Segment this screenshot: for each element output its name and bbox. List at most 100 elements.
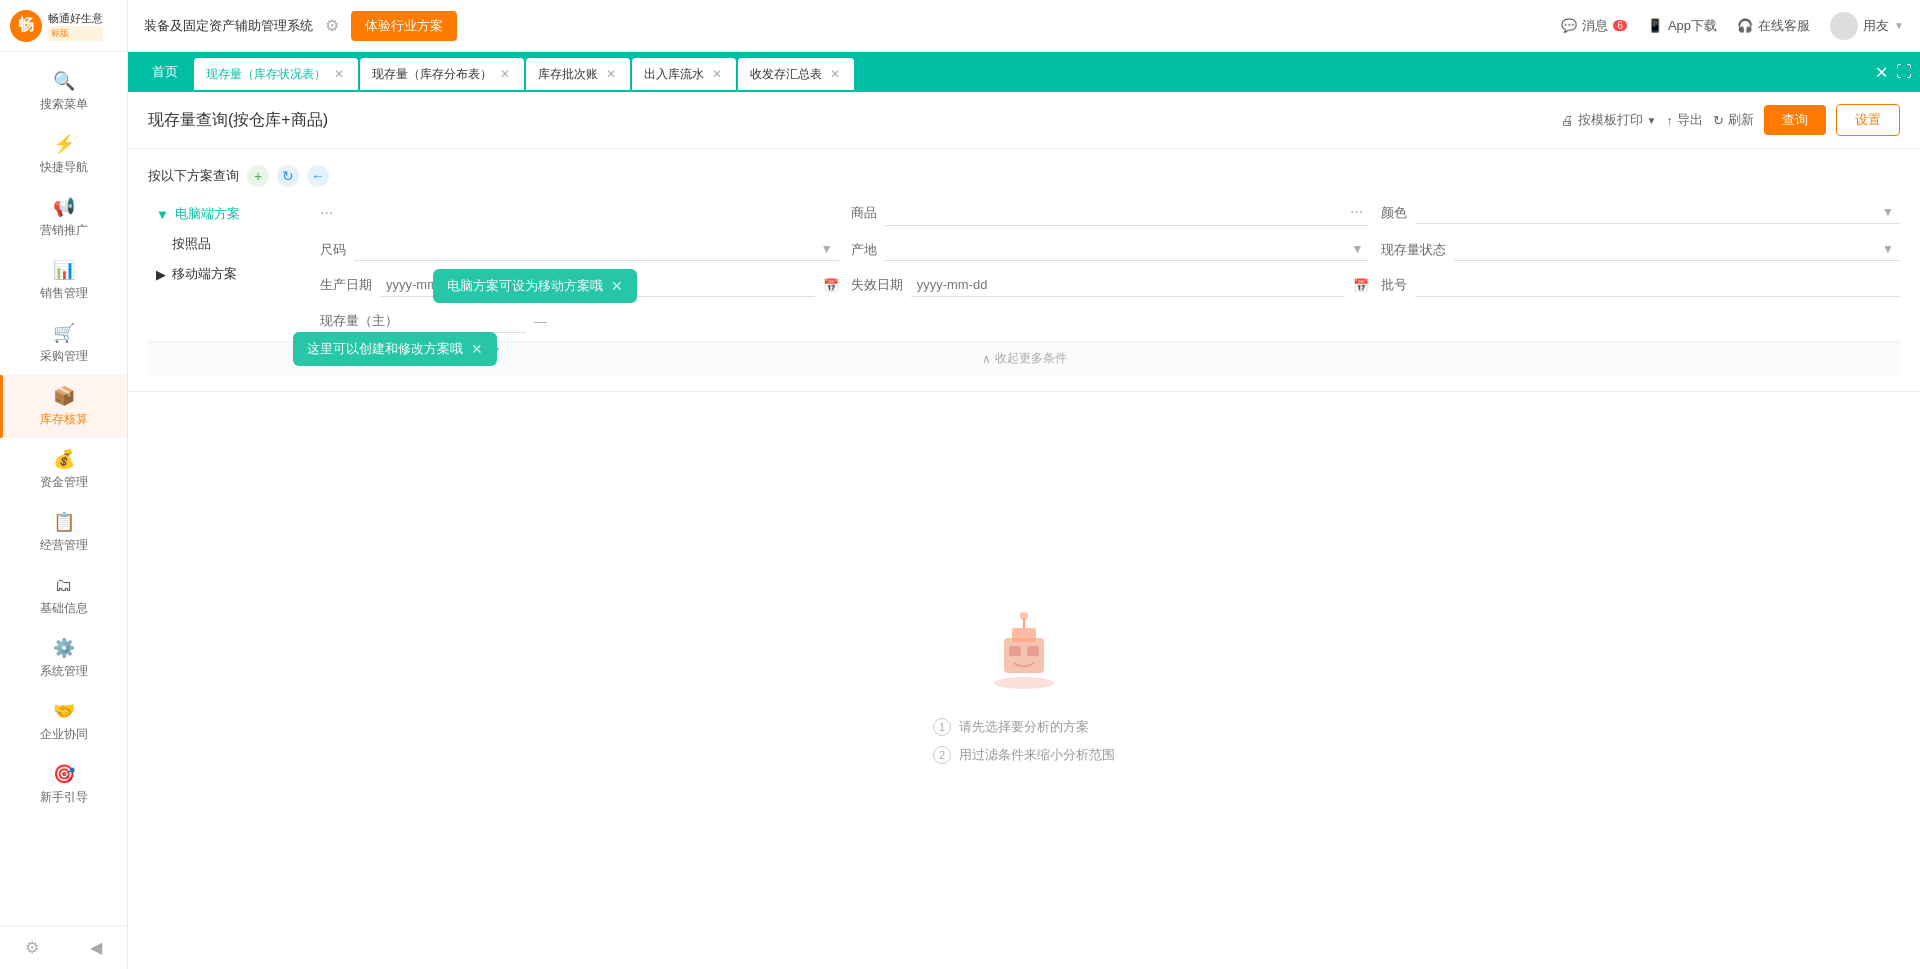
tab-flow[interactable]: 出入库流水 ✕ bbox=[632, 58, 736, 90]
collapse-sidebar-icon[interactable]: ◀ bbox=[90, 938, 102, 957]
tooltip2-close[interactable]: ✕ bbox=[471, 341, 483, 357]
empty-steps: 1 请先选择要分析的方案 2 用过滤条件来缩小分析范围 bbox=[933, 718, 1115, 764]
tab-summary[interactable]: 收发存汇总表 ✕ bbox=[738, 58, 854, 90]
filter-label: 按以下方案查询 bbox=[148, 167, 239, 185]
messages-action[interactable]: 💬 消息 6 bbox=[1561, 17, 1627, 35]
page-title: 现存量查询(按仓库+商品) bbox=[148, 110, 328, 131]
user-action[interactable]: 用友 ▼ bbox=[1830, 12, 1904, 40]
main: 装备及固定资产辅助管理系统 ⚙ 体验行业方案 💬 消息 6 📱 App下载 🎧 … bbox=[128, 0, 1920, 969]
filter-area: 电脑方案可设为移动方案哦 ✕ 这里可以创建和修改方案哦 ✕ 按以下方案查询 + … bbox=[128, 149, 1920, 392]
trial-button[interactable]: 体验行业方案 bbox=[351, 11, 457, 41]
print-chevron-icon: ▼ bbox=[1647, 115, 1657, 126]
warehouse-dots[interactable]: ··· bbox=[320, 204, 333, 222]
inventory-icon: 📦 bbox=[53, 385, 75, 407]
logo: 畅 畅通好生意 标版 bbox=[0, 0, 127, 52]
sidebar-item-operations[interactable]: 📋 经营管理 bbox=[0, 501, 127, 564]
close-all-icon[interactable]: ✕ bbox=[1875, 63, 1888, 82]
sidebar-item-search[interactable]: 🔍 搜索菜单 bbox=[0, 60, 127, 123]
set-button[interactable]: 设置 bbox=[1836, 104, 1900, 136]
system-title: 装备及固定资产辅助管理系统 bbox=[144, 17, 313, 35]
filter-origin: 产地 ▼ bbox=[851, 238, 1370, 261]
tooltip-pc-scheme: 电脑方案可设为移动方案哦 ✕ bbox=[433, 269, 637, 303]
content: 现存量查询(按仓库+商品) 🖨 按模板打印 ▼ ↑ 导出 ↻ 刷新 查询 设置 bbox=[128, 92, 1920, 969]
support-action[interactable]: 🎧 在线客服 bbox=[1737, 17, 1810, 35]
tabbar: 首页 现存量（库存状况表） ✕ 现存量（库存分布表） ✕ 库存批次账 ✕ 出入库… bbox=[128, 52, 1920, 92]
color-chevron-icon: ▼ bbox=[1882, 205, 1894, 219]
sidebar-item-system[interactable]: ⚙️ 系统管理 bbox=[0, 627, 127, 690]
sidebar-item-guide[interactable]: 🎯 新手引导 bbox=[0, 753, 127, 816]
stock-main-start[interactable] bbox=[406, 309, 526, 333]
filter-expire-date: 失效日期 📅 bbox=[851, 273, 1370, 297]
sidebar-item-basic[interactable]: 🗂 基础信息 bbox=[0, 564, 127, 627]
empty-step-1: 1 请先选择要分析的方案 bbox=[933, 718, 1115, 736]
product-select[interactable]: ··· bbox=[885, 199, 1370, 226]
product-dots[interactable]: ··· bbox=[1350, 203, 1363, 221]
user-avatar bbox=[1830, 12, 1858, 40]
search-icon: 🔍 bbox=[53, 70, 75, 92]
basic-icon: 🗂 bbox=[53, 574, 75, 596]
sidebar-item-sales[interactable]: 📊 销售管理 bbox=[0, 249, 127, 312]
batch-input[interactable] bbox=[1415, 273, 1900, 297]
refresh-button[interactable]: ↻ 刷新 bbox=[1713, 111, 1754, 129]
topbar-settings-icon[interactable]: ⚙ bbox=[325, 16, 339, 35]
expire-date-calendar-icon[interactable]: 📅 bbox=[1353, 278, 1369, 293]
quicknav-icon: ⚡ bbox=[53, 133, 75, 155]
filter-product: 商品 ··· bbox=[851, 199, 1370, 226]
back-scheme-button[interactable]: ← bbox=[307, 165, 329, 187]
print-button[interactable]: 🖨 按模板打印 ▼ bbox=[1561, 111, 1657, 129]
page-header: 现存量查询(按仓库+商品) 🖨 按模板打印 ▼ ↑ 导出 ↻ 刷新 查询 设置 bbox=[128, 92, 1920, 149]
refresh-scheme-button[interactable]: ↻ bbox=[277, 165, 299, 187]
fullscreen-icon[interactable]: ⛶ bbox=[1896, 63, 1912, 82]
empty-state: 1 请先选择要分析的方案 2 用过滤条件来缩小分析范围 bbox=[128, 392, 1920, 969]
svg-point-6 bbox=[1020, 612, 1028, 620]
filter-row-2: 尺码 ▼ 产地 ▼ bbox=[320, 238, 1900, 261]
filter-scheme: ▼ 电脑端方案 按照品 ▶ 移动端方案 bbox=[148, 199, 1900, 341]
produce-date-calendar-icon[interactable]: 📅 bbox=[823, 278, 839, 293]
svg-rect-4 bbox=[1012, 628, 1036, 642]
sidebar-item-enterprise[interactable]: 🤝 企业协同 bbox=[0, 690, 127, 753]
tooltip1-close[interactable]: ✕ bbox=[611, 278, 623, 294]
filter-row-1: ··· 商品 ··· 颜色 bbox=[320, 199, 1900, 226]
scheme-item-sub[interactable]: 按照品 bbox=[148, 229, 308, 259]
sidebar-item-inventory[interactable]: 📦 库存核算 bbox=[0, 375, 127, 438]
expire-date-start[interactable] bbox=[911, 273, 1346, 297]
tab-close-1[interactable]: ✕ bbox=[332, 65, 346, 83]
sidebar: 畅 畅通好生意 标版 🔍 搜索菜单 ⚡ 快捷导航 📢 营销推广 📊 销售管理 🛒… bbox=[0, 0, 128, 969]
stock-status-select[interactable]: ▼ bbox=[1454, 238, 1900, 261]
sidebar-item-marketing[interactable]: 📢 营销推广 bbox=[0, 186, 127, 249]
empty-illustration bbox=[974, 598, 1074, 698]
search-button[interactable]: 查询 bbox=[1764, 105, 1826, 135]
tab-batch[interactable]: 库存批次账 ✕ bbox=[526, 58, 630, 90]
marketing-icon: 📢 bbox=[53, 196, 75, 218]
message-icon: 💬 bbox=[1561, 18, 1577, 33]
enterprise-icon: 🤝 bbox=[53, 700, 75, 722]
sidebar-item-purchase[interactable]: 🛒 采购管理 bbox=[0, 312, 127, 375]
add-scheme-button[interactable]: + bbox=[247, 165, 269, 187]
app-download-action[interactable]: 📱 App下载 bbox=[1647, 17, 1717, 35]
filter-batch: 批号 bbox=[1381, 273, 1900, 297]
tab-close-4[interactable]: ✕ bbox=[710, 65, 724, 83]
tab-inventory-dist[interactable]: 现存量（库存分布表） ✕ bbox=[360, 58, 524, 90]
scheme-item-mobile[interactable]: ▶ 移动端方案 bbox=[148, 259, 308, 289]
tab-close-5[interactable]: ✕ bbox=[828, 65, 842, 83]
filter-header: 按以下方案查询 + ↻ ← bbox=[148, 165, 1900, 187]
scheme-item-pc[interactable]: ▼ 电脑端方案 bbox=[148, 199, 308, 229]
tab-inventory-status[interactable]: 现存量（库存状况表） ✕ bbox=[194, 58, 358, 90]
origin-chevron-icon: ▼ bbox=[1351, 242, 1363, 256]
operations-icon: 📋 bbox=[53, 511, 75, 533]
export-button[interactable]: ↑ 导出 bbox=[1667, 111, 1704, 129]
tab-close-3[interactable]: ✕ bbox=[604, 65, 618, 83]
color-select[interactable]: ▼ bbox=[1415, 201, 1900, 224]
size-select[interactable]: ▼ bbox=[354, 238, 839, 261]
tab-home[interactable]: 首页 bbox=[136, 52, 194, 92]
topbar-right: 💬 消息 6 📱 App下载 🎧 在线客服 用友 ▼ bbox=[1561, 12, 1904, 40]
scheme-collapsed-icon: ▶ bbox=[156, 267, 166, 282]
origin-select[interactable]: ▼ bbox=[885, 238, 1370, 261]
topbar: 装备及固定资产辅助管理系统 ⚙ 体验行业方案 💬 消息 6 📱 App下载 🎧 … bbox=[128, 0, 1920, 52]
filter-size: 尺码 ▼ bbox=[320, 238, 839, 261]
empty-step-2: 2 用过滤条件来缩小分析范围 bbox=[933, 746, 1115, 764]
tab-close-2[interactable]: ✕ bbox=[498, 65, 512, 83]
sidebar-item-finance[interactable]: 💰 资金管理 bbox=[0, 438, 127, 501]
sidebar-item-quicknav[interactable]: ⚡ 快捷导航 bbox=[0, 123, 127, 186]
settings-bottom-icon[interactable]: ⚙ bbox=[25, 938, 39, 957]
